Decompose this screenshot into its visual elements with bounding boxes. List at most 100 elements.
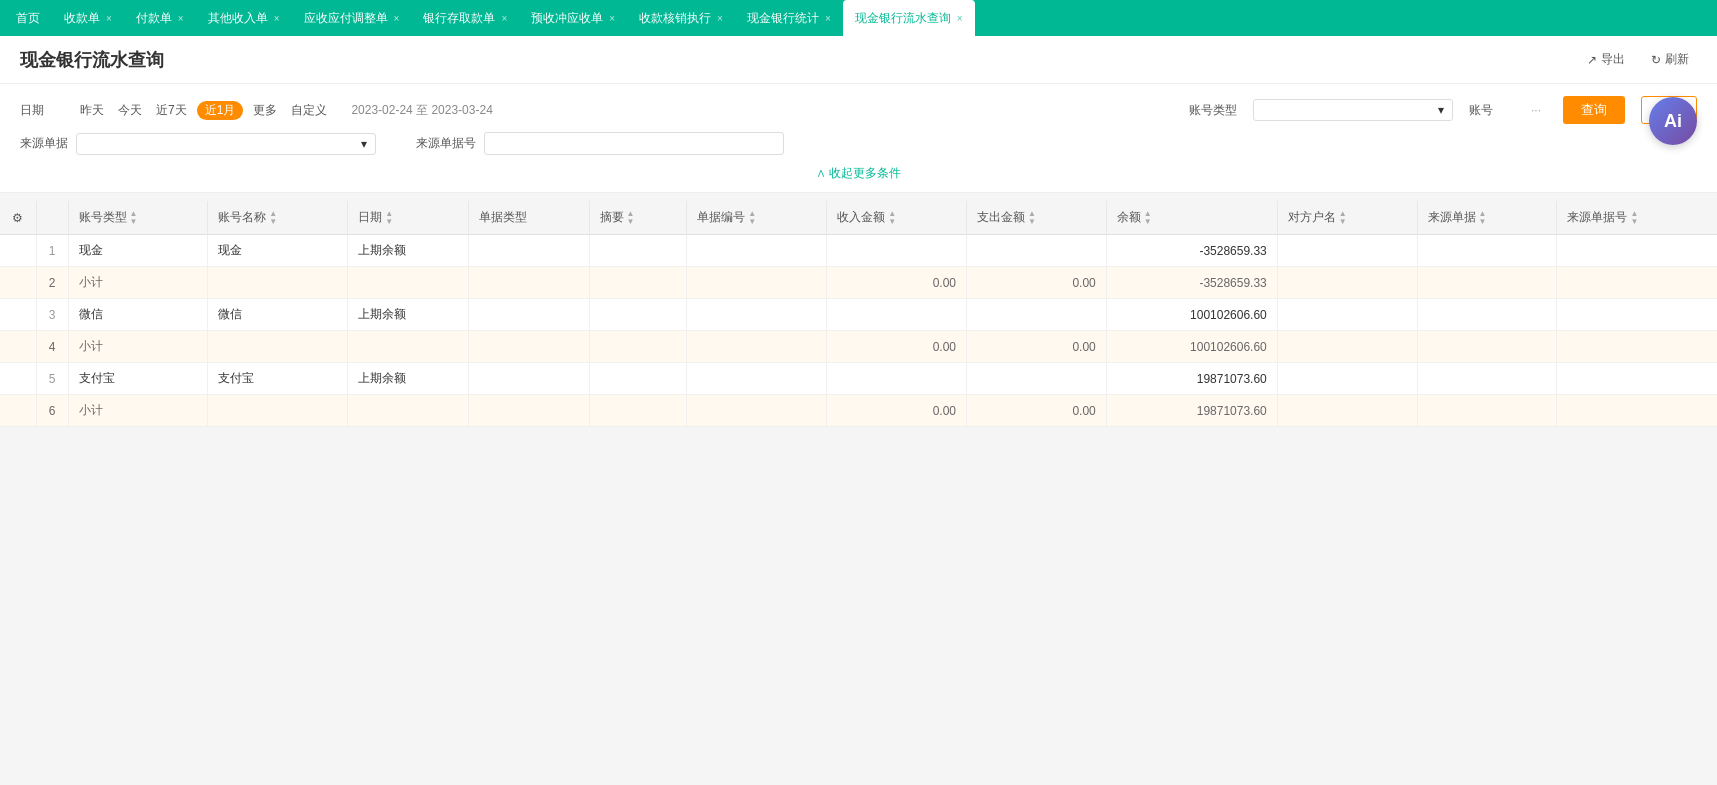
- col-account-type-label: 账号类型: [79, 209, 127, 226]
- date-filter-label: 日期: [20, 102, 60, 119]
- col-summary-label: 摘要: [600, 209, 624, 226]
- nav-receipt-verify[interactable]: 收款核销执行 ×: [627, 0, 735, 36]
- shortcut-today[interactable]: 今天: [114, 100, 146, 121]
- table-cell: [1277, 331, 1417, 363]
- table-cell: [1557, 363, 1717, 395]
- sort-account-type-icon: ▲▼: [130, 210, 138, 226]
- nav-other-income[interactable]: 其他收入单 ×: [196, 0, 292, 36]
- col-counterparty[interactable]: 对方户名 ▲▼: [1277, 201, 1417, 235]
- table-cell: [468, 395, 589, 427]
- sort-source-doc-icon: ▲▼: [1479, 210, 1487, 226]
- table-cell: 5: [36, 363, 68, 395]
- table-header-row: ⚙ 账号类型 ▲▼ 账号名称 ▲▼ 日期: [0, 201, 1717, 235]
- table-cell: [348, 267, 469, 299]
- table-cell: [966, 299, 1106, 331]
- export-button[interactable]: ↗ 导出: [1579, 47, 1633, 72]
- nav-home[interactable]: 首页: [4, 0, 52, 36]
- col-date[interactable]: 日期 ▲▼: [348, 201, 469, 235]
- col-counterparty-label: 对方户名: [1288, 209, 1336, 226]
- sort-summary-icon: ▲▼: [627, 210, 635, 226]
- table-cell: 微信: [208, 299, 348, 331]
- col-gear[interactable]: ⚙: [0, 201, 36, 235]
- table-cell: [0, 235, 36, 267]
- source-doc-select[interactable]: ▾: [76, 133, 376, 155]
- table-cell: 0.00: [827, 267, 967, 299]
- account-type-select[interactable]: ▾: [1253, 99, 1453, 121]
- nav-ar-ap-adjust[interactable]: 应收应付调整单 ×: [292, 0, 412, 36]
- col-account-name[interactable]: 账号名称 ▲▼: [208, 201, 348, 235]
- nav-receipt[interactable]: 收款单 ×: [52, 0, 124, 36]
- close-bank-deposit-icon[interactable]: ×: [501, 13, 507, 24]
- shortcut-7days[interactable]: 近7天: [152, 100, 191, 121]
- table-cell: [1417, 363, 1557, 395]
- table-cell: [1417, 299, 1557, 331]
- close-payment-icon[interactable]: ×: [178, 13, 184, 24]
- nav-bank-deposit[interactable]: 银行存取款单 ×: [411, 0, 519, 36]
- close-receipt-icon[interactable]: ×: [106, 13, 112, 24]
- table-cell: [966, 235, 1106, 267]
- table-cell: [348, 331, 469, 363]
- table-cell: [827, 363, 967, 395]
- table-row[interactable]: 6小计0.000.0019871073.60: [0, 395, 1717, 427]
- col-balance-label: 余额: [1117, 209, 1141, 226]
- table-cell: [0, 299, 36, 331]
- table-cell: [1277, 235, 1417, 267]
- table-cell: [468, 299, 589, 331]
- table-cell: [1417, 331, 1557, 363]
- col-income[interactable]: 收入金额 ▲▼: [827, 201, 967, 235]
- table-cell: [1277, 363, 1417, 395]
- account-dots[interactable]: ···: [1525, 103, 1547, 117]
- table-cell: 上期余额: [348, 363, 469, 395]
- source-doc-label: 来源单据: [20, 135, 68, 152]
- close-cash-flow-icon[interactable]: ×: [957, 13, 963, 24]
- table-cell: [1557, 299, 1717, 331]
- col-source-doc-no[interactable]: 来源单据号 ▲▼: [1557, 201, 1717, 235]
- query-button[interactable]: 查询: [1563, 96, 1625, 124]
- table-cell: [0, 363, 36, 395]
- collapse-bar[interactable]: ∧ 收起更多条件: [20, 161, 1697, 184]
- col-balance[interactable]: 余额 ▲▼: [1106, 201, 1277, 235]
- refresh-icon: ↻: [1651, 53, 1661, 67]
- source-doc-no-input[interactable]: [484, 132, 784, 155]
- table-cell: 上期余额: [348, 299, 469, 331]
- close-prepay-icon[interactable]: ×: [609, 13, 615, 24]
- shortcut-more[interactable]: 更多: [249, 100, 281, 121]
- shortcut-yesterday[interactable]: 昨天: [76, 100, 108, 121]
- date-shortcuts: 昨天 今天 近7天 近1月 更多 自定义: [76, 100, 331, 121]
- table-row[interactable]: 4小计0.000.00100102606.60: [0, 331, 1717, 363]
- ai-label: Ai: [1664, 111, 1682, 132]
- table-cell: [208, 395, 348, 427]
- refresh-button[interactable]: ↻ 刷新: [1643, 47, 1697, 72]
- table-cell: [1557, 267, 1717, 299]
- nav-cash-stat[interactable]: 现金银行统计 ×: [735, 0, 843, 36]
- ai-assistant-button[interactable]: Ai: [1649, 97, 1697, 145]
- col-doc-no[interactable]: 单据编号 ▲▼: [687, 201, 827, 235]
- table-cell: [687, 267, 827, 299]
- shortcut-custom[interactable]: 自定义: [287, 100, 331, 121]
- table-cell: [827, 235, 967, 267]
- sort-balance-icon: ▲▼: [1144, 210, 1152, 226]
- nav-prepay-flush[interactable]: 预收冲应收单 ×: [519, 0, 627, 36]
- table-cell: 小计: [68, 331, 208, 363]
- close-other-income-icon[interactable]: ×: [274, 13, 280, 24]
- table-row[interactable]: 2小计0.000.00-3528659.33: [0, 267, 1717, 299]
- col-summary[interactable]: 摘要 ▲▼: [589, 201, 687, 235]
- table-row[interactable]: 1现金现金上期余额-3528659.33: [0, 235, 1717, 267]
- close-ar-ap-icon[interactable]: ×: [394, 13, 400, 24]
- shortcut-1month[interactable]: 近1月: [197, 101, 244, 120]
- account-label: 账号: [1469, 102, 1509, 119]
- table-cell: 小计: [68, 267, 208, 299]
- table-row[interactable]: 3微信微信上期余额100102606.60: [0, 299, 1717, 331]
- col-account-type[interactable]: 账号类型 ▲▼: [68, 201, 208, 235]
- table-cell: 上期余额: [348, 235, 469, 267]
- col-date-label: 日期: [358, 209, 382, 226]
- close-cash-stat-icon[interactable]: ×: [825, 13, 831, 24]
- col-expense[interactable]: 支出金额 ▲▼: [966, 201, 1106, 235]
- nav-payment[interactable]: 付款单 ×: [124, 0, 196, 36]
- table-cell: [1277, 299, 1417, 331]
- sort-expense-icon: ▲▼: [1028, 210, 1036, 226]
- table-row[interactable]: 5支付宝支付宝上期余额19871073.60: [0, 363, 1717, 395]
- col-source-doc[interactable]: 来源单据 ▲▼: [1417, 201, 1557, 235]
- close-receipt-verify-icon[interactable]: ×: [717, 13, 723, 24]
- nav-cash-flow[interactable]: 现金银行流水查询 ×: [843, 0, 975, 36]
